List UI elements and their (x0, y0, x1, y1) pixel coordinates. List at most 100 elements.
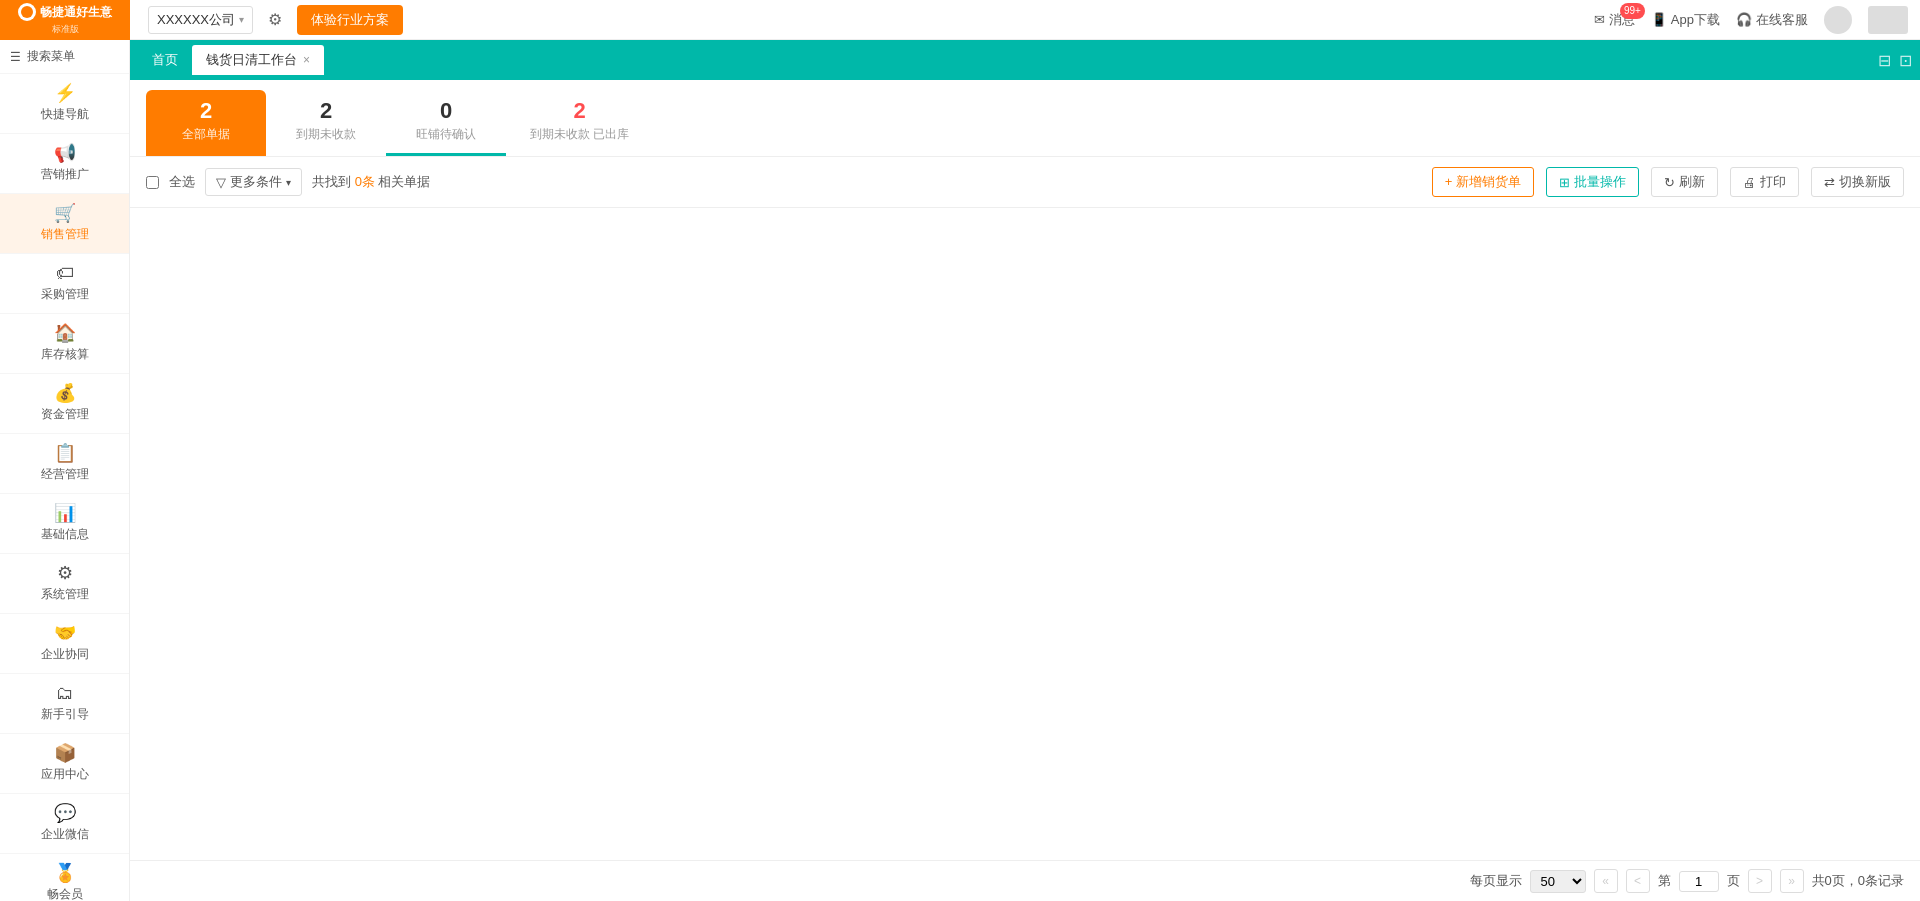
quick-nav-label: 快捷导航 (41, 106, 89, 123)
sales-label: 销售管理 (41, 226, 89, 243)
sidebar-item-finance[interactable]: 💰 资金管理 (0, 374, 129, 434)
last-page-button[interactable]: » (1780, 869, 1804, 893)
first-page-icon: « (1602, 874, 1609, 888)
chevron-down-icon: ▾ (239, 14, 244, 25)
logo-area: 畅捷通好生意 标准版 (0, 0, 130, 40)
filter-label: 更多条件 (230, 173, 282, 191)
tab-close-icon[interactable]: × (303, 53, 310, 67)
stats-row: 2 全部单据 2 到期未收款 0 旺铺待确认 2 到期未收款 已出库 (130, 80, 1920, 157)
main-content: 2 全部单据 2 到期未收款 0 旺铺待确认 2 到期未收款 已出库 全选 ▽ … (130, 80, 1920, 901)
sidebar-item-app-center[interactable]: 📦 应用中心 (0, 734, 129, 794)
sidebar-item-quick-nav[interactable]: ⚡ 快捷导航 (0, 74, 129, 134)
tab-bar: 首页 钱货日清工作台 × ⊟ ⊡ (130, 40, 1920, 80)
print-icon: 🖨 (1743, 175, 1756, 190)
message-item[interactable]: ✉ 消息 99+ (1594, 11, 1635, 29)
page-suffix: 页 (1727, 872, 1740, 890)
stat-overdue-shipped-num: 2 (530, 98, 629, 124)
per-page-select[interactable]: 50 10 20 100 (1530, 870, 1586, 893)
page-input[interactable] (1679, 871, 1719, 892)
refresh-button[interactable]: ↻ 刷新 (1651, 167, 1718, 197)
switch-version-button[interactable]: ⇄ 切换新版 (1811, 167, 1904, 197)
toolbar-left: 全选 ▽ 更多条件 ▾ 共找到 0条 相关单据 (146, 168, 1420, 196)
stat-overdue-shipped-label: 到期未收款 已出库 (530, 126, 629, 143)
sidebar-item-member[interactable]: 🏅 畅会员 (0, 854, 129, 901)
settings-button[interactable]: ⚙ (261, 6, 289, 34)
tab-workbench-label: 钱货日清工作台 (206, 51, 297, 69)
app-icon: 📱 (1651, 12, 1667, 27)
logo-subtitle: 标准版 (52, 23, 79, 36)
filter-icon: ▽ (216, 175, 226, 190)
first-page-button[interactable]: « (1594, 869, 1618, 893)
menu-icon: ☰ (10, 50, 21, 64)
print-label: 打印 (1760, 173, 1786, 191)
sidebar-item-wechat[interactable]: 💬 企业微信 (0, 794, 129, 854)
found-text: 共找到 0条 相关单据 (312, 173, 430, 191)
member-icon: 🏅 (54, 864, 76, 882)
cooperation-icon: 🤝 (54, 624, 76, 642)
stat-pending-label: 旺铺待确认 (410, 126, 482, 143)
guide-icon: 🗂 (56, 684, 74, 702)
marketing-icon: 📢 (54, 144, 76, 162)
page-label: 第 (1658, 872, 1671, 890)
batch-operation-button[interactable]: ⊞ 批量操作 (1546, 167, 1639, 197)
refresh-label: 刷新 (1679, 173, 1705, 191)
sidebar-item-basic-info[interactable]: 📊 基础信息 (0, 494, 129, 554)
company-selector[interactable]: XXXXXX公司 ▾ (148, 6, 253, 34)
online-service-item[interactable]: 🎧 在线客服 (1736, 11, 1808, 29)
tab-maximize-button[interactable]: ⊡ (1899, 51, 1912, 70)
found-count: 0条 (355, 174, 375, 189)
message-badge: 99+ (1620, 3, 1645, 19)
system-label: 系统管理 (41, 586, 89, 603)
cooperation-label: 企业协同 (41, 646, 89, 663)
sidebar-item-cooperation[interactable]: 🤝 企业协同 (0, 614, 129, 674)
sidebar-item-sales[interactable]: 🛒 销售管理 (0, 194, 129, 254)
sidebar-item-system[interactable]: ⚙ 系统管理 (0, 554, 129, 614)
next-page-icon: > (1756, 874, 1763, 888)
stat-overdue-label: 到期未收款 (290, 126, 362, 143)
batch-label: 批量操作 (1574, 173, 1626, 191)
avatar[interactable] (1824, 6, 1852, 34)
stat-pending-num: 0 (410, 98, 482, 124)
found-prefix: 共找到 (312, 174, 351, 189)
tab-home[interactable]: 首页 (138, 45, 192, 75)
next-page-button[interactable]: > (1748, 869, 1772, 893)
refresh-icon: ↻ (1664, 175, 1675, 190)
stat-overdue[interactable]: 2 到期未收款 (266, 90, 386, 156)
member-label: 畅会员 (47, 886, 83, 901)
app-download-label: App下载 (1671, 11, 1720, 29)
sidebar-item-operations[interactable]: 📋 经营管理 (0, 434, 129, 494)
tab-home-label: 首页 (152, 51, 178, 69)
user-info[interactable] (1868, 6, 1908, 34)
basic-info-label: 基础信息 (41, 526, 89, 543)
pagination-bar: 每页显示 50 10 20 100 « < 第 页 > » 共0页，0条记录 (130, 860, 1920, 901)
company-name: XXXXXX公司 (157, 11, 235, 29)
prev-page-icon: < (1634, 874, 1641, 888)
prev-page-button[interactable]: < (1626, 869, 1650, 893)
sidebar-search[interactable]: ☰ 搜索菜单 (0, 40, 129, 74)
app-center-label: 应用中心 (41, 766, 89, 783)
print-button[interactable]: 🖨 打印 (1730, 167, 1799, 197)
switch-icon: ⇄ (1824, 175, 1835, 190)
marketing-label: 营销推广 (41, 166, 89, 183)
experience-button[interactable]: 体验行业方案 (297, 5, 403, 35)
stat-overdue-shipped[interactable]: 2 到期未收款 已出库 (506, 90, 653, 156)
last-page-icon: » (1788, 874, 1795, 888)
select-all-label: 全选 (169, 173, 195, 191)
logo-ball (18, 3, 36, 21)
sidebar-item-guide[interactable]: 🗂 新手引导 (0, 674, 129, 734)
stat-pending[interactable]: 0 旺铺待确认 (386, 90, 506, 156)
app-download-item[interactable]: 📱 App下载 (1651, 11, 1720, 29)
sidebar-item-marketing[interactable]: 📢 营销推广 (0, 134, 129, 194)
sidebar-item-purchase[interactable]: 🏷 采购管理 (0, 254, 129, 314)
online-service-label: 在线客服 (1756, 11, 1808, 29)
logo-title: 畅捷通好生意 (40, 4, 112, 21)
stat-all[interactable]: 2 全部单据 (146, 90, 266, 156)
sales-icon: 🛒 (54, 204, 76, 222)
tab-minimize-button[interactable]: ⊟ (1878, 51, 1891, 70)
filter-button[interactable]: ▽ 更多条件 ▾ (205, 168, 302, 196)
select-all-checkbox[interactable] (146, 176, 159, 189)
tab-workbench[interactable]: 钱货日清工作台 × (192, 45, 324, 75)
add-sales-order-button[interactable]: + 新增销货单 (1432, 167, 1534, 197)
inventory-icon: 🏠 (54, 324, 76, 342)
sidebar-item-inventory[interactable]: 🏠 库存核算 (0, 314, 129, 374)
